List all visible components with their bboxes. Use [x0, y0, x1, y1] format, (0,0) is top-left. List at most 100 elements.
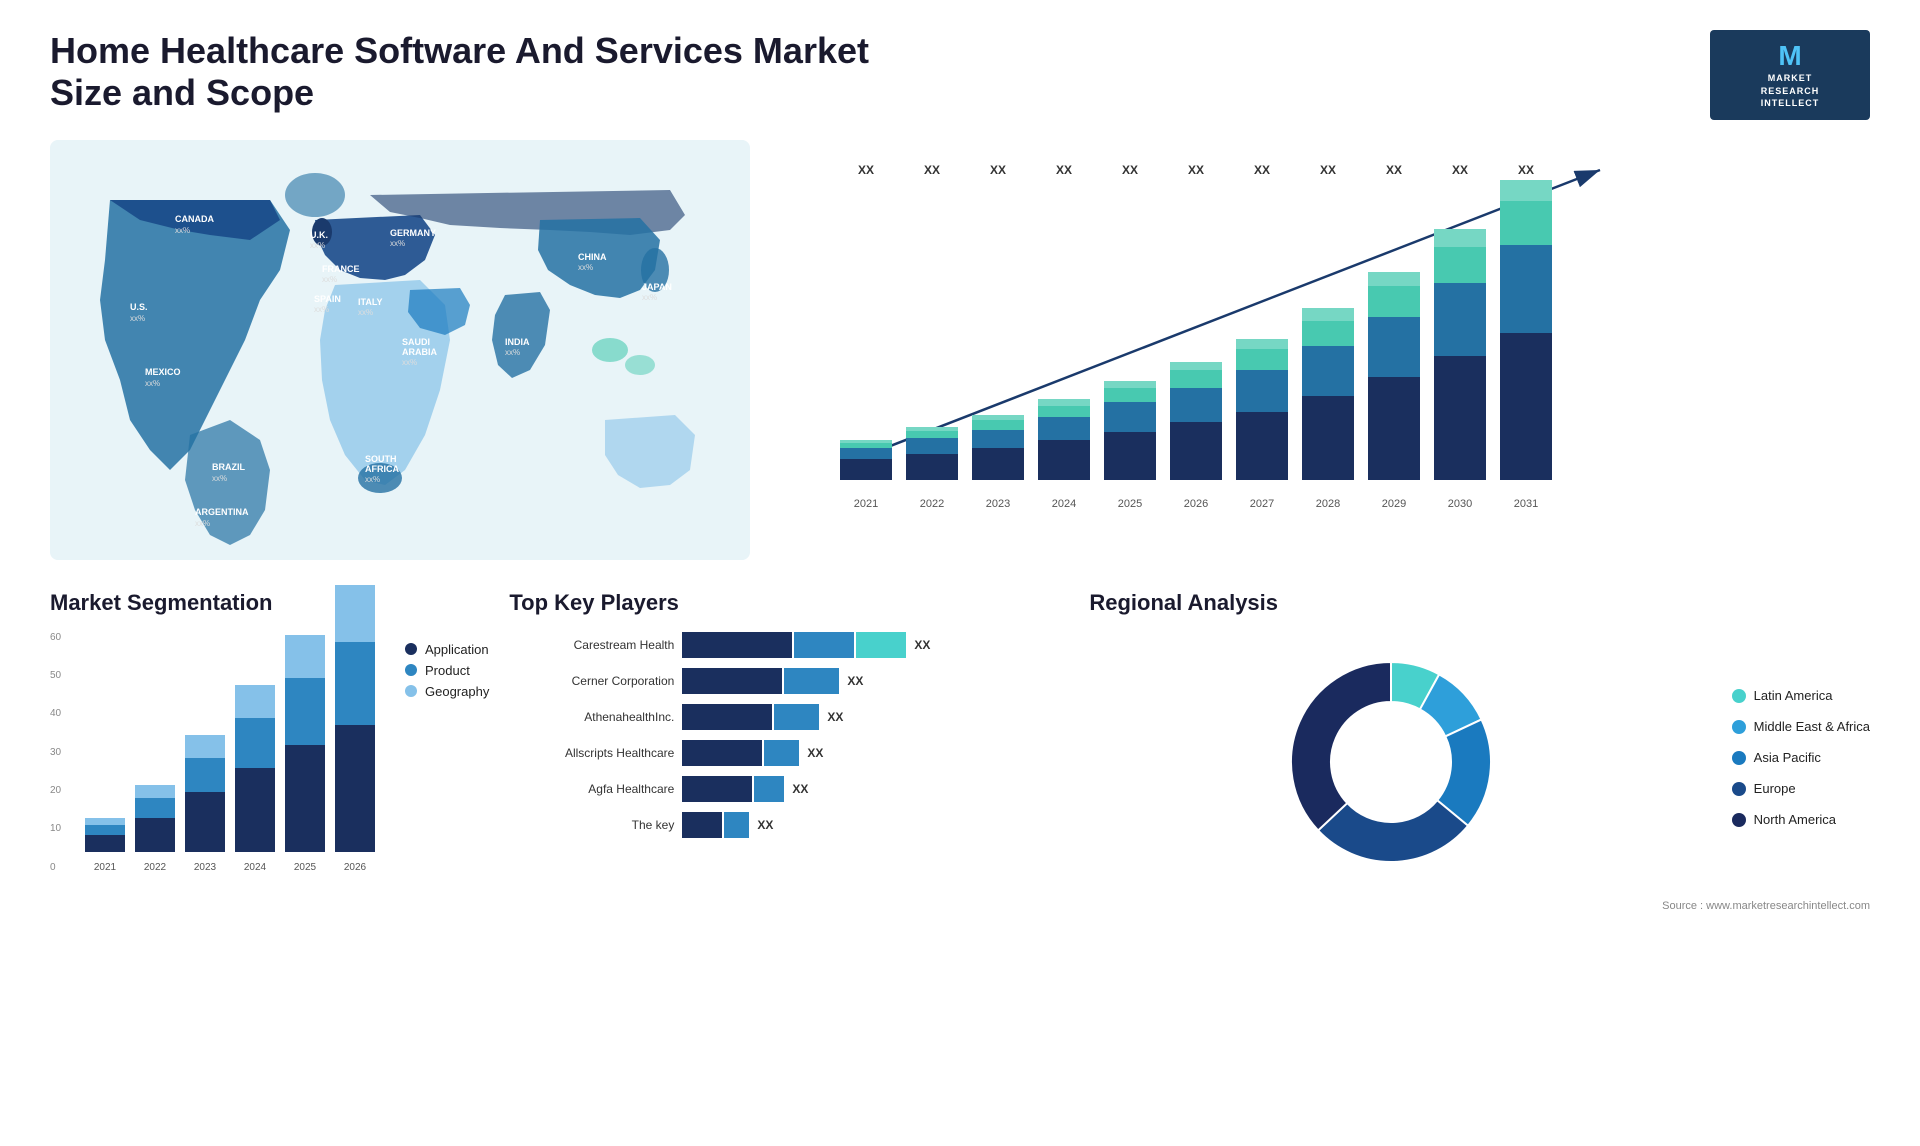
bar-segment [972, 430, 1024, 449]
bar-top-label: XX [1518, 163, 1534, 177]
logo-line1: MARKET [1768, 72, 1813, 85]
seg-bar-segment [135, 798, 175, 818]
bar-group: XX [1368, 163, 1420, 480]
bar-segment [1434, 283, 1486, 356]
bar-segment [1104, 381, 1156, 388]
player-bar-container: XX [682, 740, 823, 766]
bar-segment [840, 459, 892, 480]
svg-text:AFRICA: AFRICA [365, 464, 399, 474]
bar-segment [1236, 349, 1288, 370]
bar-group: XX [1104, 163, 1156, 480]
regional-legend-dot [1732, 720, 1746, 734]
seg-legend-item: Application [405, 642, 489, 657]
bar-stack [840, 180, 892, 480]
svg-text:xx%: xx% [314, 305, 329, 314]
world-map-panel: CANADA xx% U.S. xx% MEXICO xx% BRAZIL xx… [50, 140, 750, 560]
regional-legend: Latin AmericaMiddle East & AfricaAsia Pa… [1732, 688, 1870, 835]
bar-stack [1104, 180, 1156, 480]
world-map-svg: CANADA xx% U.S. xx% MEXICO xx% BRAZIL xx… [50, 140, 750, 560]
svg-text:xx%: xx% [578, 263, 593, 272]
bar-segment [1170, 422, 1222, 479]
seg-bar-group [185, 735, 225, 852]
bar-segment [1434, 247, 1486, 284]
bar-segment [840, 448, 892, 458]
seg-bar-group [135, 785, 175, 852]
bar-segment [1368, 317, 1420, 378]
bar-stack [1236, 180, 1288, 480]
regional-legend-item: Asia Pacific [1732, 750, 1870, 765]
bar-group: XX [1038, 163, 1090, 480]
bar-group: XX [972, 163, 1024, 480]
bar-group: XX [1434, 163, 1486, 480]
regional-legend-label: Europe [1754, 781, 1796, 796]
bar-segment [972, 448, 1024, 479]
seg-bar-segment [235, 685, 275, 718]
bar-chart-panel: XXXXXXXXXXXXXXXXXXXXXX 20212022202320242… [780, 140, 1870, 560]
bar-group: XX [1500, 163, 1552, 480]
bar-segment [1236, 370, 1288, 412]
bar-top-label: XX [1320, 163, 1336, 177]
source-text: Source : www.marketresearchintellect.com [1089, 900, 1870, 912]
seg-legend: ApplicationProductGeography [405, 642, 489, 873]
seg-year: 2025 [285, 862, 325, 873]
seg-y-label: 0 [50, 862, 61, 873]
bar-top-label: XX [924, 163, 940, 177]
bar-stack [1170, 180, 1222, 480]
svg-text:xx%: xx% [322, 275, 337, 284]
svg-text:xx%: xx% [310, 241, 325, 250]
player-row: AthenahealthInc.XX [509, 704, 1069, 730]
seg-legend-label: Application [425, 642, 489, 657]
player-bar-seg1 [682, 668, 782, 694]
regional-legend-item: North America [1732, 812, 1870, 827]
bar-top-label: XX [1056, 163, 1072, 177]
bar-group: XX [1302, 163, 1354, 480]
seg-bar-group [85, 818, 125, 851]
bar-segment [1368, 286, 1420, 316]
header: Home Healthcare Software And Services Ma… [50, 30, 1870, 120]
seg-bar-segment [285, 745, 325, 852]
svg-text:INDIA: INDIA [505, 337, 530, 347]
donut-chart [1261, 632, 1521, 892]
seg-bar-group [335, 585, 375, 852]
svg-text:GERMANY: GERMANY [390, 228, 436, 238]
svg-text:xx%: xx% [642, 293, 657, 302]
svg-text:ARGENTINA: ARGENTINA [195, 507, 249, 517]
bar-stack [1038, 180, 1090, 480]
player-bar-seg1 [682, 812, 722, 838]
regional-legend-item: Europe [1732, 781, 1870, 796]
seg-year: 2021 [85, 862, 125, 873]
player-row: Cerner CorporationXX [509, 668, 1069, 694]
player-bar-seg3 [856, 632, 906, 658]
bar-year-label: 2024 [1038, 498, 1090, 510]
regional-legend-label: Latin America [1754, 688, 1833, 703]
seg-bar-segment [85, 825, 125, 835]
seg-bar-segment [85, 835, 125, 852]
player-bar-container: XX [682, 812, 773, 838]
player-name: Allscripts Healthcare [509, 746, 674, 760]
bar-segment [1236, 412, 1288, 480]
seg-legend-label: Geography [425, 684, 489, 699]
bar-segment [1302, 396, 1354, 480]
svg-text:CHINA: CHINA [578, 252, 607, 262]
svg-text:MEXICO: MEXICO [145, 367, 181, 377]
bar-group: XX [1236, 163, 1288, 480]
svg-text:xx%: xx% [402, 358, 417, 367]
seg-bar-segment [335, 725, 375, 852]
bar-segment [1368, 377, 1420, 479]
seg-bar-segment [235, 768, 275, 851]
seg-years: 202120222023202420252026 [50, 862, 375, 873]
seg-legend-item: Geography [405, 684, 489, 699]
players-list: Carestream HealthXXCerner CorporationXXA… [509, 632, 1069, 838]
player-bar-seg2 [764, 740, 799, 766]
svg-text:U.S.: U.S. [130, 302, 148, 312]
svg-text:xx%: xx% [358, 308, 373, 317]
page-title: Home Healthcare Software And Services Ma… [50, 30, 950, 114]
seg-year: 2026 [335, 862, 375, 873]
player-name: Cerner Corporation [509, 674, 674, 688]
player-row: Carestream HealthXX [509, 632, 1069, 658]
player-bar-seg2 [774, 704, 819, 730]
bar-segment [1038, 406, 1090, 417]
seg-bar-segment [285, 635, 325, 678]
bar-segment [906, 431, 958, 438]
bar-segment [1434, 229, 1486, 247]
